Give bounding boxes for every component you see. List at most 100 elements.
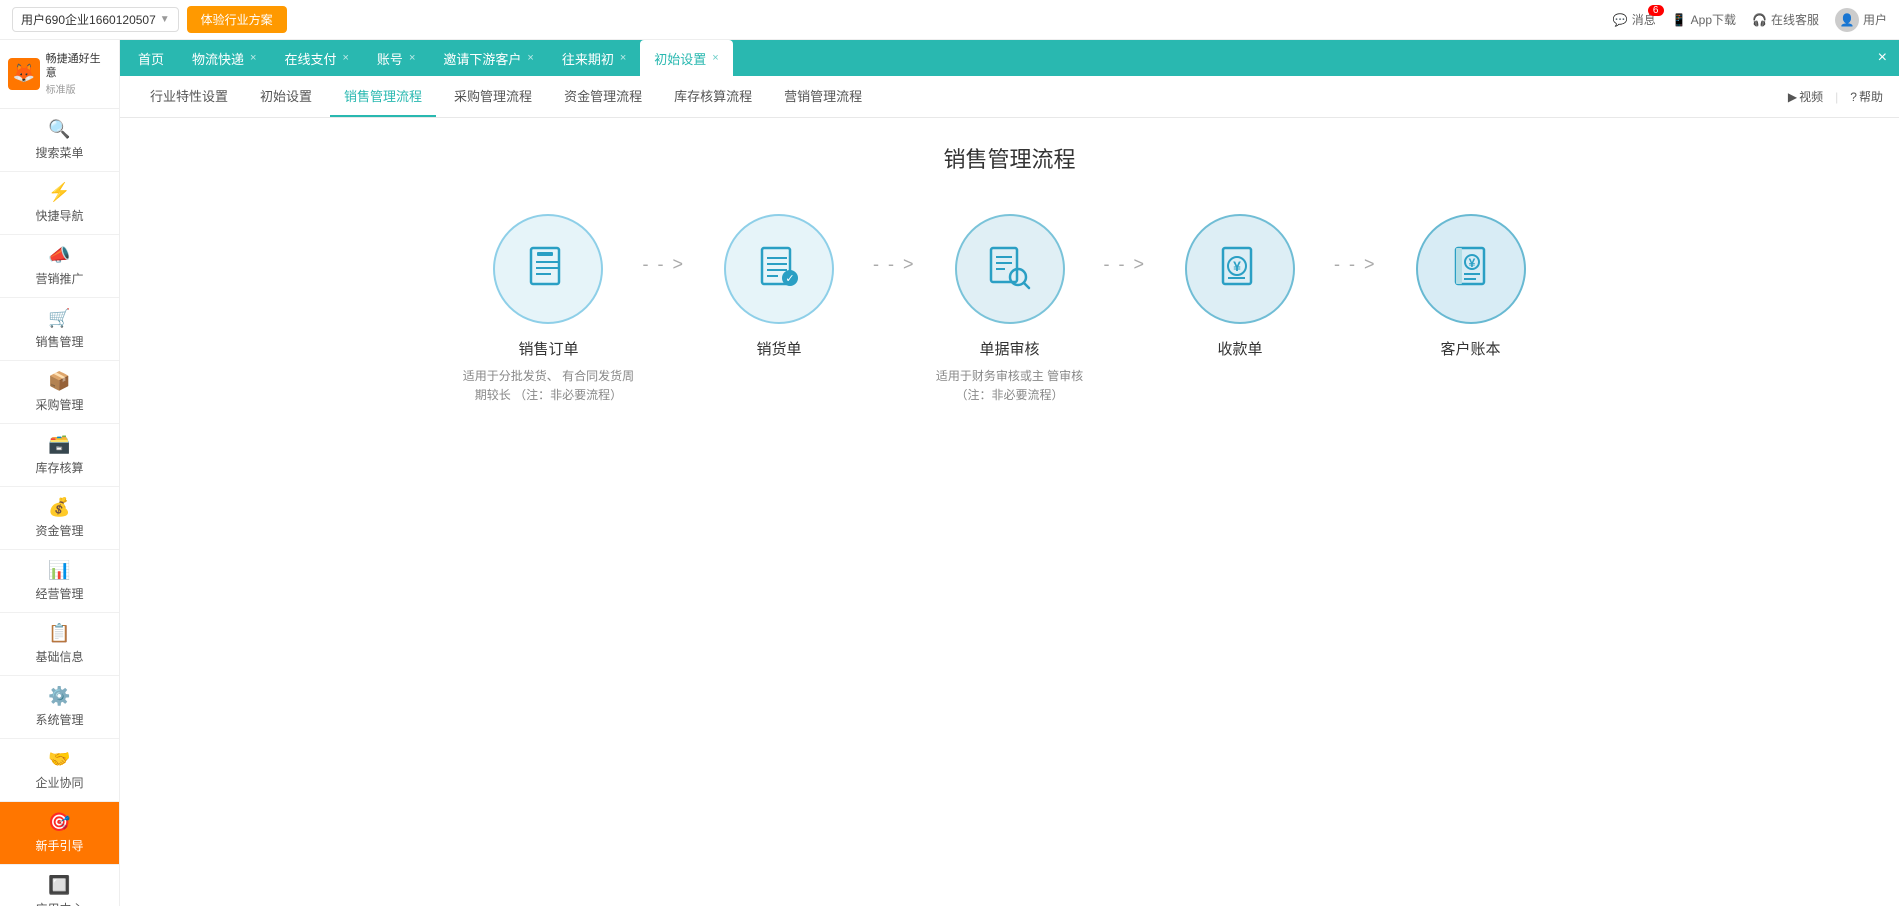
nav-tab-label-2: 在线支付 (284, 49, 336, 68)
logo-text-block: 畅捷通好生意 标准版 (46, 52, 111, 96)
flow-step-title-1: 销售订单 (518, 338, 578, 359)
nav-tab-6[interactable]: 初始设置× (640, 40, 732, 76)
sub-tab-4[interactable]: 资金管理流程 (550, 76, 656, 117)
sidebar-item-搜索菜单[interactable]: 🔍 搜索菜单 (0, 109, 119, 172)
user-selector-label: 用户690企业1660120507 (21, 11, 156, 28)
close-all-tabs-button[interactable]: × (1870, 49, 1895, 67)
sub-tab-5[interactable]: 库存核算流程 (660, 76, 766, 117)
top-header: 用户690企业1660120507 ▼ 体验行业方案 💬 消息 6 📱 App下… (0, 0, 1899, 40)
nav-tab-4[interactable]: 邀请下游客户× (429, 40, 547, 76)
sidebar-item-营销推广[interactable]: 📣 营销推广 (0, 235, 119, 298)
sidebar-label-5: 库存核算 (35, 459, 83, 476)
nav-tab-2[interactable]: 在线支付 × (270, 40, 362, 76)
sidebar-label-4: 采购管理 (35, 396, 83, 413)
sidebar-item-系统管理[interactable]: ⚙️ 系统管理 (0, 676, 119, 739)
flow-arrow-2: - - > (869, 254, 920, 275)
logo-text: 畅捷通好生意 (46, 52, 111, 81)
sidebar-icon-3: 🛒 (48, 308, 70, 329)
sidebar-item-新手引导[interactable]: 🎯 新手引导 (0, 802, 119, 865)
flow-step-desc-3: 适用于财务审核或主 管审核 （注：非必要流程） (920, 367, 1100, 405)
sidebar-label-9: 系统管理 (35, 711, 83, 728)
nav-tab-close-5[interactable]: × (620, 52, 626, 64)
sub-tab-3[interactable]: 采购管理流程 (440, 76, 546, 117)
sidebar-icon-12: 🔲 (48, 875, 70, 896)
svg-text:¥: ¥ (1233, 258, 1241, 274)
sidebar-item-采购管理[interactable]: 📦 采购管理 (0, 361, 119, 424)
nav-tab-0[interactable]: 首页 (124, 40, 178, 76)
nav-tab-label-1: 物流快递 (192, 49, 244, 68)
help-label: 帮助 (1859, 88, 1883, 105)
sub-tab-2[interactable]: 销售管理流程 (330, 76, 436, 117)
flow-circle-4[interactable]: ¥ (1185, 214, 1295, 324)
nav-tab-3[interactable]: 账号 × (363, 40, 429, 76)
sidebar-label-2: 营销推广 (35, 270, 83, 287)
sidebar-item-库存核算[interactable]: 🗃️ 库存核算 (0, 424, 119, 487)
flow-step-title-3: 单据审核 (979, 338, 1039, 359)
flow-circle-2[interactable]: ✓ (724, 214, 834, 324)
user-selector[interactable]: 用户690企业1660120507 ▼ (12, 7, 179, 32)
content-area: 首页物流快递×在线支付×账号×邀请下游客户×往来期初×初始设置×× 行业特性设置… (120, 40, 1899, 906)
sub-tab-label-6: 营销管理流程 (784, 86, 862, 105)
divider: | (1835, 90, 1838, 104)
sidebar-label-1: 快捷导航 (35, 207, 83, 224)
nav-tab-close-6[interactable]: × (712, 52, 718, 64)
nav-tab-close-1[interactable]: × (250, 52, 256, 64)
nav-tab-5[interactable]: 往来期初× (548, 40, 640, 76)
header-left: 用户690企业1660120507 ▼ 体验行业方案 (12, 6, 287, 33)
sidebar-item-应用中心[interactable]: 🔲 应用中心 (0, 865, 119, 906)
sub-tab-1[interactable]: 初始设置 (246, 76, 326, 117)
nav-tab-close-4[interactable]: × (527, 52, 533, 64)
sidebar-item-快捷导航[interactable]: ⚡ 快捷导航 (0, 172, 119, 235)
sidebar-item-资金管理[interactable]: 💰 资金管理 (0, 487, 119, 550)
help-action[interactable]: ? 帮助 (1850, 88, 1883, 105)
nav-tab-label-3: 账号 (377, 49, 403, 68)
flow-step-5: ¥ 客户账本 (1381, 214, 1561, 367)
message-item[interactable]: 💬 消息 6 (1613, 11, 1656, 28)
sidebar-icon-11: 🎯 (48, 812, 70, 833)
app-download-item[interactable]: 📱 App下载 (1672, 11, 1736, 28)
sidebar-label-0: 搜索菜单 (35, 144, 83, 161)
flow-step-1: 销售订单适用于分批发货、 有合同发货周期较长 （注：非必要流程） (458, 214, 638, 405)
svg-text:✓: ✓ (785, 273, 794, 285)
flow-arrow-4: - - > (1330, 254, 1381, 275)
video-label: 视频 (1799, 88, 1823, 105)
flow-step-desc-1: 适用于分批发货、 有合同发货周期较长 （注：非必要流程） (458, 367, 638, 405)
sidebar-item-经营管理[interactable]: 📊 经营管理 (0, 550, 119, 613)
sidebar-items-container: 🔍 搜索菜单 ⚡ 快捷导航 📣 营销推广 🛒 销售管理 📦 采购管理 🗃️ 库存… (0, 109, 119, 906)
sidebar-label-12: 应用中心 (35, 900, 83, 906)
sidebar-item-销售管理[interactable]: 🛒 销售管理 (0, 298, 119, 361)
flow-step-2: ✓ 销货单 (689, 214, 869, 367)
sidebar-item-基础信息[interactable]: 📋 基础信息 (0, 613, 119, 676)
sidebar-icon-7: 📊 (48, 560, 70, 581)
sidebar-item-企业协同[interactable]: 🤝 企业协同 (0, 739, 119, 802)
nav-tab-1[interactable]: 物流快递 × (178, 40, 270, 76)
chevron-down-icon: ▼ (160, 14, 170, 25)
flow-circle-5[interactable]: ¥ (1416, 214, 1526, 324)
nav-tabs-bar: 首页物流快递×在线支付×账号×邀请下游客户×往来期初×初始设置×× (120, 40, 1899, 76)
online-service-item[interactable]: 🎧 在线客服 (1752, 11, 1819, 28)
sub-tab-6[interactable]: 营销管理流程 (770, 76, 876, 117)
nav-tab-close-2[interactable]: × (342, 52, 348, 64)
avatar: 👤 (1835, 8, 1859, 32)
user-profile-item[interactable]: 👤 用户 (1835, 8, 1887, 32)
video-action[interactable]: ▶ 视频 (1788, 88, 1823, 105)
play-icon: ▶ (1788, 90, 1797, 104)
experience-button[interactable]: 体验行业方案 (187, 6, 287, 33)
sub-tabs-left: 行业特性设置初始设置销售管理流程采购管理流程 资金管理流程库存核算流程营销管理流程 (136, 76, 876, 117)
arrow-icon-2: - - > (873, 254, 916, 275)
sub-tab-label-4: 资金管理流程 (564, 86, 642, 105)
sidebar-label-3: 销售管理 (35, 333, 83, 350)
sub-tab-label-3: 采购管理流程 (454, 86, 532, 105)
message-badge: 6 (1648, 5, 1664, 16)
sidebar-icon-9: ⚙️ (48, 686, 70, 707)
flow-arrow-3: - - > (1100, 254, 1151, 275)
flow-step-4: ¥ 收款单 (1150, 214, 1330, 367)
flow-circle-3[interactable] (955, 214, 1065, 324)
sidebar-label-11: 新手引导 (35, 837, 83, 854)
sidebar-logo: 🦊 畅捷通好生意 标准版 (0, 40, 119, 109)
sub-tab-0[interactable]: 行业特性设置 (136, 76, 242, 117)
flow-circle-1[interactable] (493, 214, 603, 324)
sidebar-label-6: 资金管理 (35, 522, 83, 539)
nav-tab-close-3[interactable]: × (409, 52, 415, 64)
header-right: 💬 消息 6 📱 App下载 🎧 在线客服 👤 用户 (1613, 8, 1887, 32)
